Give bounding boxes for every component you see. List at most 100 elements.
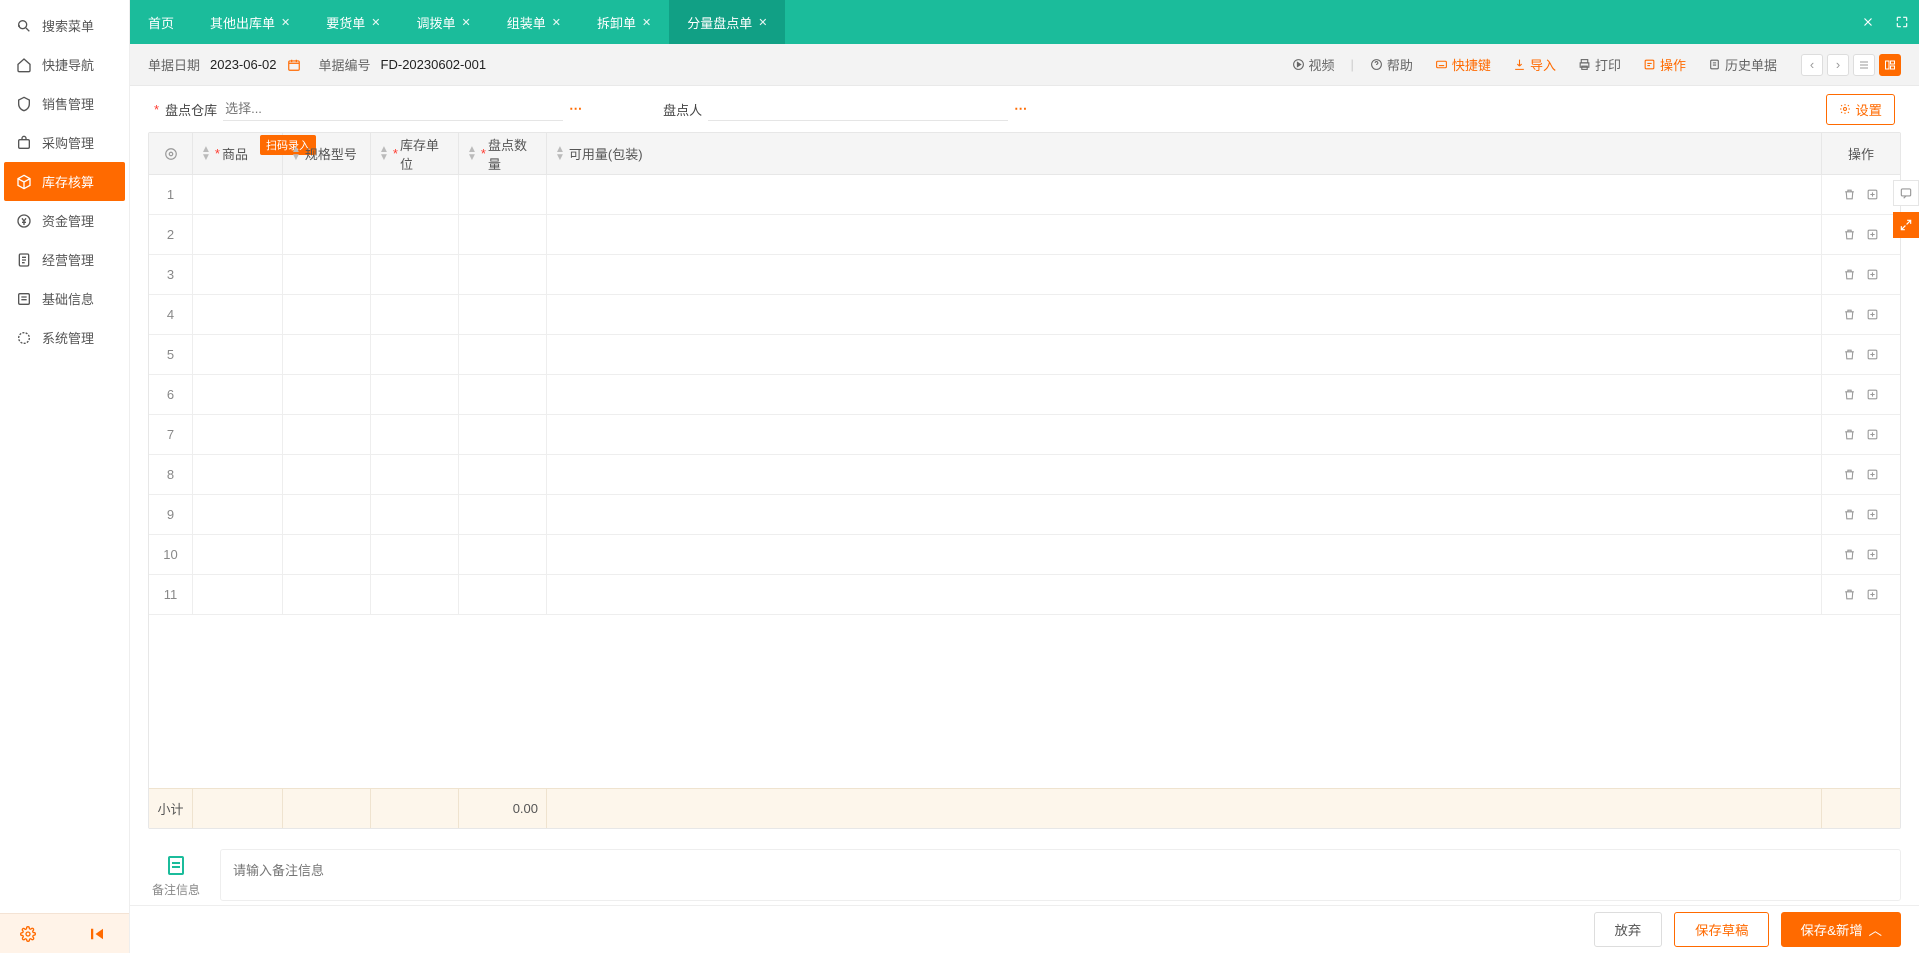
row-add-icon[interactable]	[1866, 548, 1879, 561]
search-icon	[16, 18, 32, 34]
discard-button[interactable]: 放弃	[1594, 912, 1663, 947]
sidebar-item-4[interactable]: 库存核算	[4, 162, 125, 201]
warehouse-input[interactable]	[223, 97, 563, 121]
sidebar-item-2[interactable]: 销售管理	[0, 84, 129, 123]
tab-0[interactable]: 首页	[130, 0, 192, 44]
row-delete-icon[interactable]	[1843, 308, 1856, 321]
row-add-icon[interactable]	[1866, 388, 1879, 401]
sidebar-item-7[interactable]: 基础信息	[0, 279, 129, 318]
row-delete-icon[interactable]	[1843, 188, 1856, 201]
float-expand-icon[interactable]	[1893, 212, 1919, 238]
row-add-icon[interactable]	[1866, 228, 1879, 241]
footer-bar: 放弃 保存草稿 保存&新增︿	[130, 905, 1919, 953]
tab-1[interactable]: 其他出库单 ✕	[192, 0, 308, 44]
col-qty[interactable]: ▲▼*盘点数量	[459, 133, 547, 174]
row-delete-icon[interactable]	[1843, 428, 1856, 441]
float-chat-icon[interactable]	[1893, 180, 1919, 206]
col-unit[interactable]: ▲▼*库存单位	[371, 133, 459, 174]
tab-expand-button[interactable]	[1885, 0, 1919, 44]
import-button[interactable]: 导入	[1507, 55, 1562, 74]
table-row[interactable]: 6	[149, 375, 1900, 415]
date-value[interactable]: 2023-06-02	[210, 57, 277, 72]
sidebar-collapse-icon[interactable]	[91, 927, 109, 941]
table-row[interactable]: 8	[149, 455, 1900, 495]
row-add-icon[interactable]	[1866, 348, 1879, 361]
sidebar-item-label: 搜索菜单	[42, 16, 94, 35]
calendar-icon[interactable]	[287, 58, 301, 72]
tab-close-icon[interactable]: ✕	[371, 16, 380, 29]
tab-4[interactable]: 组装单✕	[489, 0, 579, 44]
shortcut-button[interactable]: 快捷键	[1429, 55, 1497, 74]
row-delete-icon[interactable]	[1843, 588, 1856, 601]
view-prev-icon[interactable]: ‹	[1801, 54, 1823, 76]
row-add-icon[interactable]	[1866, 508, 1879, 521]
sidebar-item-6[interactable]: 经营管理	[0, 240, 129, 279]
row-delete-icon[interactable]	[1843, 348, 1856, 361]
row-add-icon[interactable]	[1866, 308, 1879, 321]
sidebar-item-label: 基础信息	[42, 289, 94, 308]
table-row[interactable]: 3	[149, 255, 1900, 295]
row-delete-icon[interactable]	[1843, 388, 1856, 401]
person-picker-icon[interactable]: ⋯	[1014, 101, 1028, 117]
col-spec[interactable]: ▲▼规格型号	[283, 133, 371, 174]
row-add-icon[interactable]	[1866, 428, 1879, 441]
save-new-button[interactable]: 保存&新增︿	[1781, 912, 1901, 947]
table-row[interactable]: 7	[149, 415, 1900, 455]
row-delete-icon[interactable]	[1843, 548, 1856, 561]
table-row[interactable]: 4	[149, 295, 1900, 335]
col-op: 操作	[1822, 133, 1900, 174]
table-row[interactable]: 10	[149, 535, 1900, 575]
note-icon	[164, 853, 188, 877]
header-bar: 单据日期 2023-06-02 单据编号 FD-20230602-001 视频 …	[130, 44, 1919, 86]
tab-close-icon[interactable]: ✕	[642, 16, 651, 29]
row-delete-icon[interactable]	[1843, 268, 1856, 281]
tab-bar: 首页其他出库单✕要货单✕调拨单✕组装单✕拆卸单✕分量盘点单✕	[130, 0, 1919, 44]
col-product[interactable]: ▲▼*商品扫码录入	[193, 133, 283, 174]
view-next-icon[interactable]: ›	[1827, 54, 1849, 76]
subtotal-label: 小计	[149, 789, 193, 828]
save-draft-button[interactable]: 保存草稿	[1674, 912, 1769, 947]
warehouse-picker-icon[interactable]: ⋯	[569, 101, 583, 117]
view-form-icon[interactable]	[1879, 54, 1901, 76]
settings-button[interactable]: 设置	[1826, 94, 1895, 125]
row-delete-icon[interactable]	[1843, 508, 1856, 521]
table-row[interactable]: 5	[149, 335, 1900, 375]
tab-close-icon[interactable]: ✕	[462, 16, 471, 29]
table-row[interactable]: 9	[149, 495, 1900, 535]
sidebar-item-label: 资金管理	[42, 211, 94, 230]
print-button[interactable]: 打印	[1572, 55, 1627, 74]
help-button[interactable]: 帮助	[1364, 55, 1419, 74]
tab-close-icon[interactable]: ✕	[552, 16, 561, 29]
tab-close-icon[interactable]: ✕	[281, 16, 290, 29]
tab-6[interactable]: 分量盘点单✕	[669, 0, 785, 44]
tab-close-icon[interactable]: ✕	[758, 16, 767, 29]
note-input[interactable]	[220, 849, 1901, 901]
table-row[interactable]: 11	[149, 575, 1900, 615]
tab-5[interactable]: 拆卸单✕	[579, 0, 669, 44]
sidebar-item-5[interactable]: 资金管理	[0, 201, 129, 240]
row-delete-icon[interactable]	[1843, 468, 1856, 481]
row-delete-icon[interactable]	[1843, 228, 1856, 241]
sidebar-item-3[interactable]: 采购管理	[0, 123, 129, 162]
sidebar-item-1[interactable]: 快捷导航	[0, 45, 129, 84]
col-config-icon[interactable]	[149, 133, 193, 174]
sidebar-item-8[interactable]: 系统管理	[0, 318, 129, 357]
operate-button[interactable]: 操作	[1637, 55, 1692, 74]
view-list-icon[interactable]	[1853, 54, 1875, 76]
video-button[interactable]: 视频	[1286, 55, 1341, 74]
tab-3[interactable]: 调拨单✕	[398, 0, 488, 44]
col-avail[interactable]: ▲▼可用量(包装)	[547, 133, 1822, 174]
table-row[interactable]: 2	[149, 215, 1900, 255]
history-button[interactable]: 历史单据	[1702, 55, 1783, 74]
row-add-icon[interactable]	[1866, 188, 1879, 201]
tab-2[interactable]: 要货单✕	[308, 0, 398, 44]
table-row[interactable]: 1	[149, 175, 1900, 215]
row-add-icon[interactable]	[1866, 468, 1879, 481]
row-add-icon[interactable]	[1866, 268, 1879, 281]
sidebar-item-0[interactable]: 搜索菜单	[0, 6, 129, 45]
row-add-icon[interactable]	[1866, 588, 1879, 601]
tab-label: 其他出库单	[210, 13, 275, 32]
settings-icon[interactable]	[20, 926, 36, 942]
person-input[interactable]	[708, 97, 1008, 121]
tab-close-button[interactable]	[1851, 0, 1885, 44]
